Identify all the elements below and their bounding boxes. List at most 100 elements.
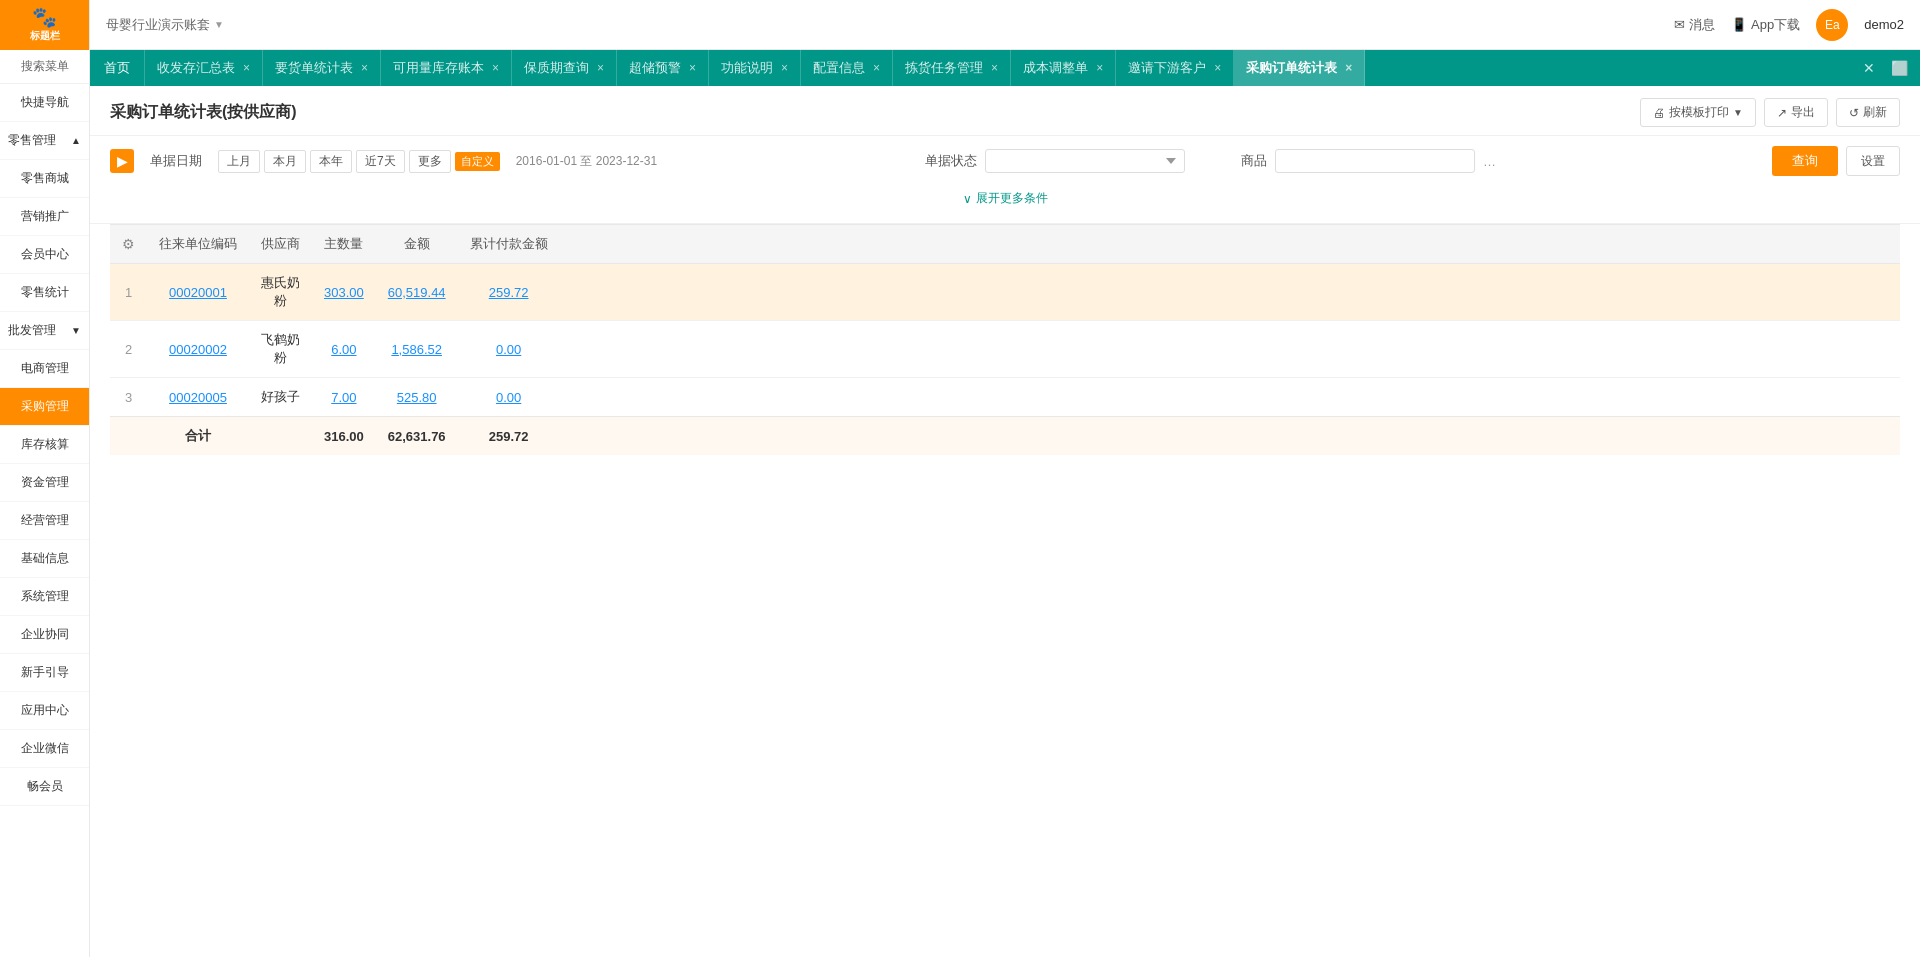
tab-available-stock[interactable]: 可用量库存账本 × xyxy=(381,50,512,86)
sidebar-item-enterprise-wechat[interactable]: 企业微信 xyxy=(0,730,89,768)
row-amount[interactable]: 1,586.52 xyxy=(376,321,458,378)
sidebar-item-marketing[interactable]: 营销推广 xyxy=(0,198,89,236)
row-qty[interactable]: 303.00 xyxy=(312,264,376,321)
tab-cost-adjust[interactable]: 成本调整单 × xyxy=(1011,50,1116,86)
sidebar-item-retail-shop[interactable]: 零售商城 xyxy=(0,160,89,198)
row-qty[interactable]: 6.00 xyxy=(312,321,376,378)
row-extra xyxy=(560,378,1900,417)
print-button[interactable]: 🖨 按模板打印 ▼ xyxy=(1640,98,1756,127)
filter-row-1: ▶ 单据日期 上月 本月 本年 近7天 更多 自定义 2016-01-01 至 … xyxy=(110,146,1900,176)
row-qty[interactable]: 7.00 xyxy=(312,378,376,417)
tab-close-icon[interactable]: × xyxy=(361,61,368,75)
footer-label: 合计 xyxy=(147,417,249,456)
message-icon: ✉ xyxy=(1674,17,1685,32)
tab-config-info[interactable]: 配置信息 × xyxy=(801,50,893,86)
row-amount[interactable]: 525.80 xyxy=(376,378,458,417)
filter-goods-label: 商品 xyxy=(1241,152,1267,170)
chevron-down-icon: ▼ xyxy=(1733,107,1743,118)
download-icon: 📱 xyxy=(1731,17,1747,32)
expand-more-conditions[interactable]: ∨ 展开更多条件 xyxy=(110,184,1900,213)
app-download-button[interactable]: 📱 App下载 xyxy=(1731,16,1800,34)
tab-pick-task[interactable]: 拣货任务管理 × xyxy=(893,50,1011,86)
table-settings-icon[interactable]: ⚙ xyxy=(122,236,135,252)
filter-goods-more-icon[interactable]: … xyxy=(1483,154,1496,169)
sidebar-item-ecommerce-mgmt[interactable]: 电商管理 xyxy=(0,350,89,388)
tab-close-icon[interactable]: × xyxy=(1214,61,1221,75)
th-extra xyxy=(560,225,1900,264)
logo-icon: 🐾 xyxy=(32,7,57,27)
close-window-icon[interactable]: ✕ xyxy=(1859,58,1879,78)
tab-close-icon[interactable]: × xyxy=(597,61,604,75)
filter-settings-button[interactable]: 设置 xyxy=(1846,146,1900,176)
tab-close-icon[interactable]: × xyxy=(781,61,788,75)
sidebar-item-app-center[interactable]: 应用中心 xyxy=(0,692,89,730)
avatar[interactable]: Ea xyxy=(1816,9,1848,41)
tab-close-icon[interactable]: × xyxy=(243,61,250,75)
sidebar-item-retail-mgmt[interactable]: 零售管理 ▲ xyxy=(0,122,89,160)
sidebar-item-operations[interactable]: 经营管理 xyxy=(0,502,89,540)
tab-bar: 首页 收发存汇总表 × 要货单统计表 × 可用量库存账本 × 保质期查询 × 超… xyxy=(90,50,1920,86)
row-paid[interactable]: 0.00 xyxy=(458,321,560,378)
date-more-btn[interactable]: 更多 xyxy=(409,150,451,173)
th-paid: 累计付款金额 xyxy=(458,225,560,264)
sidebar-item-member-center[interactable]: 会员中心 xyxy=(0,236,89,274)
row-code[interactable]: 00020001 xyxy=(147,264,249,321)
tab-expiry-query[interactable]: 保质期查询 × xyxy=(512,50,617,86)
filter-date-label: 单据日期 xyxy=(150,152,202,170)
tab-purchase-order-stats[interactable]: 采购订单统计表 × xyxy=(1234,50,1365,86)
th-qty: 主数量 xyxy=(312,225,376,264)
sidebar-item-system-mgmt[interactable]: 系统管理 xyxy=(0,578,89,616)
tab-close-icon[interactable]: × xyxy=(1096,61,1103,75)
filter-goods-input[interactable] xyxy=(1275,149,1475,173)
sidebar-item-finance[interactable]: 资金管理 xyxy=(0,464,89,502)
row-paid[interactable]: 0.00 xyxy=(458,378,560,417)
row-code[interactable]: 00020002 xyxy=(147,321,249,378)
export-button[interactable]: ↗ 导出 xyxy=(1764,98,1828,127)
tab-receive-summary[interactable]: 收发存汇总表 × xyxy=(145,50,263,86)
tab-close-icon[interactable]: × xyxy=(1345,61,1352,75)
tab-close-icon[interactable]: × xyxy=(991,61,998,75)
date-this-month-btn[interactable]: 本月 xyxy=(264,150,306,173)
filter-toggle-btn[interactable]: ▶ xyxy=(110,149,134,173)
sidebar-item-wholesale-mgmt[interactable]: 批发管理 ▼ xyxy=(0,312,89,350)
data-table: ⚙ 往来单位编码 供应商 主数量 金额 累计付款金额 1 00020001 惠氏… xyxy=(110,224,1900,455)
date-7days-btn[interactable]: 近7天 xyxy=(356,150,405,173)
date-this-year-btn[interactable]: 本年 xyxy=(310,150,352,173)
tab-home[interactable]: 首页 xyxy=(90,50,145,86)
tab-close-icon[interactable]: × xyxy=(873,61,880,75)
sidebar-item-enterprise-collab[interactable]: 企业协同 xyxy=(0,616,89,654)
filter-status-select[interactable] xyxy=(985,149,1185,173)
sidebar-item-purchase-mgmt[interactable]: 采购管理 xyxy=(0,388,89,426)
query-button[interactable]: 查询 xyxy=(1772,146,1838,176)
sidebar-item-member[interactable]: 畅会员 xyxy=(0,768,89,806)
workspace-selector[interactable]: 母婴行业演示账套 ▼ xyxy=(106,16,224,34)
sidebar-item-search[interactable]: 搜索菜单 xyxy=(0,50,89,84)
sidebar-item-retail-stats[interactable]: 零售统计 xyxy=(0,274,89,312)
export-icon: ↗ xyxy=(1777,106,1787,120)
sidebar-item-inventory[interactable]: 库存核算 xyxy=(0,426,89,464)
tab-overstock-warning[interactable]: 超储预警 × xyxy=(617,50,709,86)
date-last-month-btn[interactable]: 上月 xyxy=(218,150,260,173)
chevron-down-icon: ∨ xyxy=(963,192,972,206)
row-paid[interactable]: 259.72 xyxy=(458,264,560,321)
refresh-button[interactable]: ↺ 刷新 xyxy=(1836,98,1900,127)
tab-close-icon[interactable]: × xyxy=(689,61,696,75)
row-amount[interactable]: 60,519.44 xyxy=(376,264,458,321)
tab-invite-downstream[interactable]: 邀请下游客户 × xyxy=(1116,50,1234,86)
maximize-icon[interactable]: ⬜ xyxy=(1887,58,1912,78)
row-code[interactable]: 00020005 xyxy=(147,378,249,417)
top-bar: 母婴行业演示账套 ▼ ✉ 消息 📱 App下载 Ea demo2 xyxy=(90,0,1920,50)
message-button[interactable]: ✉ 消息 xyxy=(1674,16,1715,34)
sidebar-item-newbie-guide[interactable]: 新手引导 xyxy=(0,654,89,692)
app-download-label: App下载 xyxy=(1751,16,1800,34)
date-custom-label[interactable]: 自定义 xyxy=(455,152,500,171)
tab-close-icon[interactable]: × xyxy=(492,61,499,75)
sidebar-item-basics[interactable]: 基础信息 xyxy=(0,540,89,578)
table-row: 2 00020002 飞鹤奶粉 6.00 1,586.52 0.00 xyxy=(110,321,1900,378)
row-num: 3 xyxy=(110,378,147,417)
tab-order-stats[interactable]: 要货单统计表 × xyxy=(263,50,381,86)
th-setting[interactable]: ⚙ xyxy=(110,225,147,264)
tab-function-desc[interactable]: 功能说明 × xyxy=(709,50,801,86)
th-amount: 金额 xyxy=(376,225,458,264)
sidebar-item-quick-nav[interactable]: 快捷导航 xyxy=(0,84,89,122)
